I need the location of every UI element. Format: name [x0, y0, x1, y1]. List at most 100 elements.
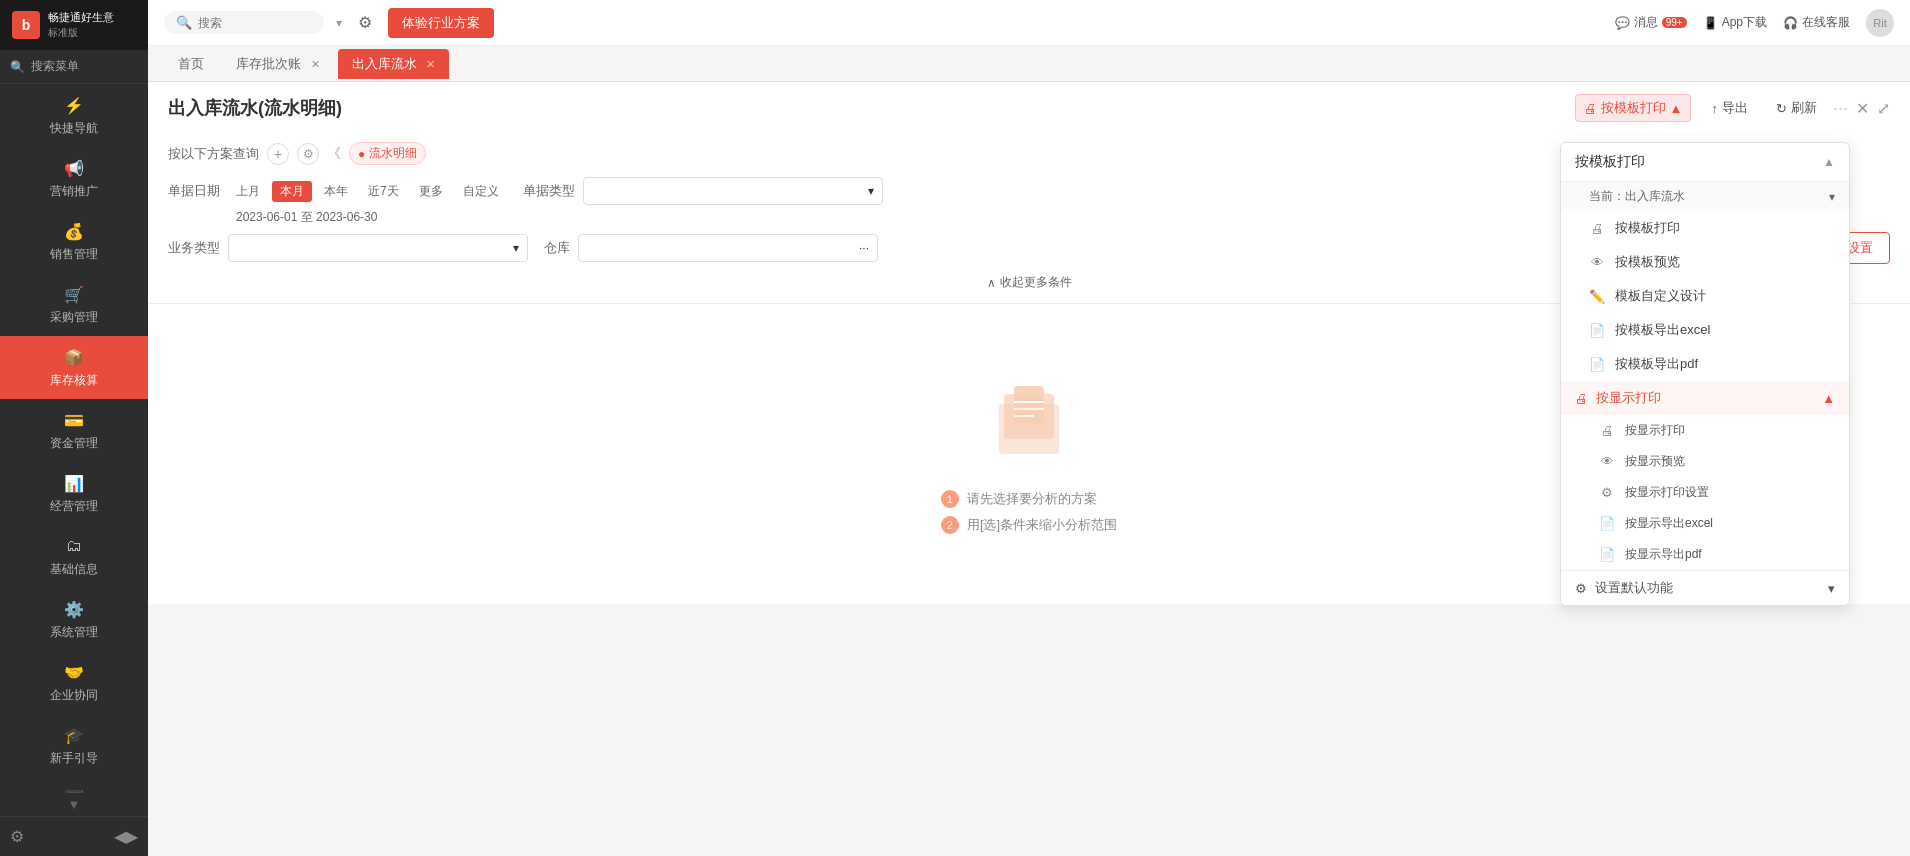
- header-search-input[interactable]: [198, 16, 298, 30]
- sidebar-item-onboarding[interactable]: 🎓 新手引导: [0, 714, 148, 777]
- sidebar-item-finance[interactable]: 💳 资金管理: [0, 399, 148, 462]
- sidebar-item-purchase[interactable]: 🛒 采购管理: [0, 273, 148, 336]
- sidebar-item-apps[interactable]: 🔲 应用中心: [0, 777, 148, 793]
- onboarding-icon: 🎓: [63, 724, 85, 746]
- template-excel-icon: 📄: [1589, 322, 1605, 338]
- sidebar-settings-icon[interactable]: ⚙: [10, 827, 24, 846]
- dropdown-item-template-print[interactable]: 🖨 按模板打印: [1561, 211, 1849, 245]
- dropdown-sub-display-print[interactable]: 🖨 按显示打印: [1561, 415, 1849, 446]
- sidebar-search-area[interactable]: 🔍 搜索菜单: [0, 50, 148, 84]
- doc-type-select[interactable]: ▾: [583, 177, 883, 205]
- dropdown-sub-label: 按显示导出excel: [1625, 515, 1713, 532]
- sidebar-item-sales[interactable]: 💰 销售管理: [0, 210, 148, 273]
- dropdown-collapse-icon[interactable]: ▲: [1823, 155, 1835, 169]
- doc-type-chevron-icon: ▾: [868, 184, 874, 198]
- refresh-icon: ↻: [1776, 101, 1787, 116]
- sidebar-item-label: 新手引导: [50, 750, 98, 767]
- sidebar-item-label: 系统管理: [50, 624, 98, 641]
- tip-num-1: 1: [941, 490, 959, 508]
- filter-tag-label: 流水明细: [369, 145, 417, 162]
- sidebar-item-label: 采购管理: [50, 309, 98, 326]
- dropdown-sub-display-preview[interactable]: 👁 按显示预览: [1561, 446, 1849, 477]
- sidebar: b 畅捷通好生意 标准版 🔍 搜索菜单 ⚡ 快捷导航 📢 营销推广 💰 销售管理…: [0, 0, 148, 856]
- window-close-icon[interactable]: ✕: [1856, 99, 1869, 118]
- dropdown-sub-display-settings[interactable]: ⚙ 按显示打印设置: [1561, 477, 1849, 508]
- trial-industry-button[interactable]: 体验行业方案: [388, 8, 494, 38]
- window-expand-icon[interactable]: ⤢: [1877, 99, 1890, 118]
- dropdown-sub-display-pdf[interactable]: 📄 按显示导出pdf: [1561, 539, 1849, 570]
- empty-tip-1: 1 请先选择要分析的方案: [941, 490, 1117, 508]
- display-section-header[interactable]: 🖨 按显示打印 ▲: [1561, 381, 1849, 415]
- display-preview-icon: 👁: [1599, 454, 1615, 470]
- top-header: 🔍 ▾ ⚙ 体验行业方案 💬 消息 99+ 📱 App下载 🎧 在线客服 R: [148, 0, 1910, 46]
- warehouse-select[interactable]: ···: [578, 234, 878, 262]
- dropdown-footer-defaults[interactable]: ⚙ 设置默认功能 ▾: [1561, 570, 1849, 605]
- search-menu-btn[interactable]: 🔍 搜索菜单: [10, 58, 138, 75]
- tip-num-2: 2: [941, 516, 959, 534]
- dropdown-sub-label: 按显示导出pdf: [1625, 546, 1702, 563]
- user-profile[interactable]: Rit: [1866, 9, 1894, 37]
- refresh-button[interactable]: ↻ 刷新: [1768, 95, 1825, 121]
- sidebar-item-marketing[interactable]: 📢 营销推广: [0, 147, 148, 210]
- sidebar-item-basics[interactable]: 🗂 基础信息: [0, 525, 148, 588]
- page-header: 出入库流水(流水明细) 🖨 按模板打印 ▲ ↑ 导出 ↻ 刷新: [148, 82, 1910, 130]
- dropdown-item-template-preview[interactable]: 👁 按模板预览: [1561, 245, 1849, 279]
- sidebar-bottom-bar: ⚙ ◀▶: [0, 816, 148, 856]
- print-template-button[interactable]: 🖨 按模板打印 ▲: [1575, 94, 1692, 122]
- right-buttons: ···: [1833, 98, 1848, 119]
- filter-settings-button[interactable]: ⚙: [297, 143, 319, 165]
- more-actions-icon[interactable]: ···: [1833, 98, 1848, 119]
- enterprise-icon: 🤝: [63, 661, 85, 683]
- tab-flow-close[interactable]: ✕: [426, 58, 435, 70]
- tab-flow[interactable]: 出入库流水 ✕: [338, 49, 450, 79]
- dropdown-sub-display-excel[interactable]: 📄 按显示导出excel: [1561, 508, 1849, 539]
- sidebar-item-quick-nav[interactable]: ⚡ 快捷导航: [0, 84, 148, 147]
- filter-title-label: 按以下方案查询: [168, 145, 259, 163]
- sidebar-item-label: 营销推广: [50, 183, 98, 200]
- sidebar-logo: b 畅捷通好生意 标准版: [0, 0, 148, 50]
- tab-batch-account[interactable]: 库存批次账 ✕: [222, 49, 334, 79]
- message-action[interactable]: 💬 消息 99+: [1615, 14, 1687, 31]
- service-action[interactable]: 🎧 在线客服: [1783, 14, 1850, 31]
- app-download-action[interactable]: 📱 App下载: [1703, 14, 1767, 31]
- date-tab-last-month[interactable]: 上月: [228, 181, 268, 202]
- header-search-chevron[interactable]: ▾: [336, 16, 342, 30]
- app-download-label: App下载: [1722, 14, 1767, 31]
- footer-settings-icon: ⚙: [1575, 581, 1587, 596]
- sidebar-item-operations[interactable]: 📊 经营管理: [0, 462, 148, 525]
- date-tab-this-year[interactable]: 本年: [316, 181, 356, 202]
- filter-collapse-icon[interactable]: 《: [327, 145, 341, 163]
- sidebar-item-inventory[interactable]: 📦 库存核算: [0, 336, 148, 399]
- header-search-box[interactable]: 🔍: [164, 11, 324, 34]
- page-body: 出入库流水(流水明细) 🖨 按模板打印 ▲ ↑ 导出 ↻ 刷新: [148, 82, 1910, 856]
- print-dropdown-panel: 按模板打印 ▲ 当前：出入库流水 ▾ 🖨 按模板打印 👁 按模板预览 ✏️ 模板…: [1560, 142, 1850, 606]
- sidebar-item-label: 经营管理: [50, 498, 98, 515]
- dropdown-item-template-excel[interactable]: 📄 按模板导出excel: [1561, 313, 1849, 347]
- display-section-label: 按显示打印: [1596, 389, 1661, 407]
- date-tab-more[interactable]: 更多: [411, 181, 451, 202]
- date-tab-current-month[interactable]: 本月: [272, 181, 312, 202]
- doc-type-field: 单据类型 ▾: [523, 177, 883, 205]
- empty-tip-2: 2 用[选]条件来缩小分析范围: [941, 516, 1117, 534]
- page-actions: 🖨 按模板打印 ▲ ↑ 导出 ↻ 刷新: [1575, 94, 1825, 122]
- filter-add-button[interactable]: +: [267, 143, 289, 165]
- tip-text-1: 请先选择要分析的方案: [967, 490, 1097, 508]
- service-icon: 🎧: [1783, 16, 1798, 30]
- business-type-select[interactable]: ▾: [228, 234, 528, 262]
- sidebar-collapse-icon[interactable]: ◀▶: [114, 827, 138, 846]
- dropdown-item-template-pdf[interactable]: 📄 按模板导出pdf: [1561, 347, 1849, 381]
- page-title: 出入库流水(流水明细): [168, 96, 342, 120]
- date-tab-7days[interactable]: 近7天: [360, 181, 407, 202]
- dropdown-item-template-custom[interactable]: ✏️ 模板自定义设计: [1561, 279, 1849, 313]
- sidebar-item-system[interactable]: ⚙️ 系统管理: [0, 588, 148, 651]
- header-settings-icon[interactable]: ⚙: [358, 13, 372, 32]
- display-pdf-icon: 📄: [1599, 547, 1615, 563]
- date-tab-custom[interactable]: 自定义: [455, 181, 507, 202]
- basics-icon: 🗂: [63, 535, 85, 557]
- sidebar-item-label: 企业协同: [50, 687, 98, 704]
- warehouse-field: 仓库 ···: [544, 234, 878, 262]
- tab-batch-account-close[interactable]: ✕: [311, 58, 320, 70]
- sidebar-item-enterprise[interactable]: 🤝 企业协同: [0, 651, 148, 714]
- export-button[interactable]: ↑ 导出: [1703, 95, 1756, 121]
- tab-home[interactable]: 首页: [164, 49, 218, 79]
